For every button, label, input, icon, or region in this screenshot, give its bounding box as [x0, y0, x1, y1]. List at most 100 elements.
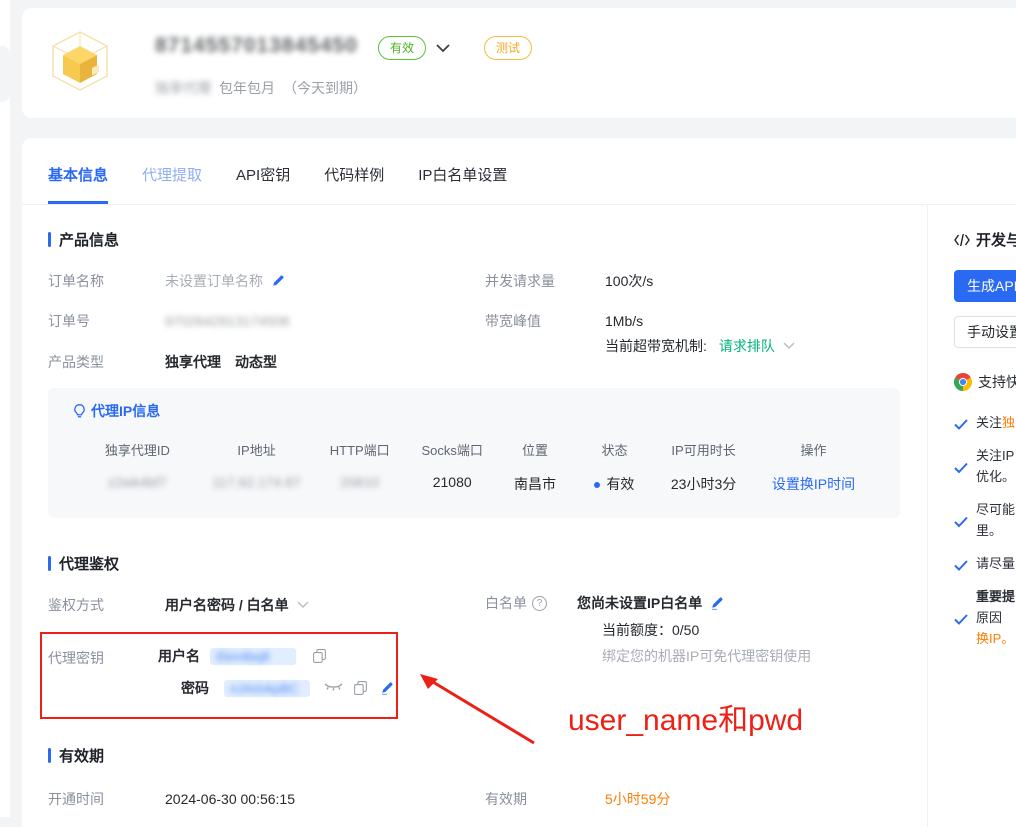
period-row: 有效期 5小时59分: [485, 789, 670, 809]
order-name-value: 未设置订单名称: [165, 271, 263, 291]
order-no-row: 订单号 9702642913174506: [48, 311, 290, 331]
tab-code-sample[interactable]: 代码样例: [324, 164, 384, 204]
product-type-value2: 动态型: [235, 352, 277, 372]
order-id-title: 8714557013845450: [155, 34, 358, 58]
left-edge-notch: [0, 46, 10, 102]
location-value: 南昌市: [496, 474, 573, 494]
annotation-text: user_name和pwd: [568, 695, 803, 739]
order-detail-card: 基本信息 代理提取 API密钥 代码样例 IP白名单设置 产品信息 订单名称 未…: [22, 138, 1016, 827]
generate-api-button[interactable]: 生成API: [954, 270, 1016, 302]
whitelist-quota-row: 当前额度： 0/50: [602, 620, 699, 640]
tip-item: 尽可能里。: [954, 499, 1016, 541]
over-bandwidth-chevron-icon[interactable]: [783, 342, 795, 350]
col-location: 位置: [496, 440, 573, 459]
open-time-value: 2024-06-30 00:56:15: [165, 791, 295, 807]
ip-address-masked: 117.62.174.67: [202, 474, 311, 494]
section-title: 有效期: [59, 745, 104, 766]
tab-proxy-extract[interactable]: 代理提取: [142, 164, 202, 204]
tip-link[interactable]: 独: [1002, 415, 1015, 430]
col-http-port: HTTP端口: [311, 440, 408, 459]
code-icon: [954, 234, 970, 246]
auth-method-chevron-icon[interactable]: [297, 601, 309, 609]
edit-whitelist-icon[interactable]: [710, 596, 724, 610]
over-bandwidth-row: 当前超带宽机制: 请求排队: [605, 336, 795, 356]
whitelist-row: 白名单 ? 您尚未设置IP白名单: [485, 593, 724, 613]
http-port-masked: 20810: [311, 474, 408, 494]
order-name-label: 订单名称: [48, 271, 165, 291]
section-title: 代理鉴权: [59, 553, 119, 574]
section-validity: 有效期: [48, 745, 104, 766]
plan-name-masked: 独享代理: [155, 78, 211, 98]
section-title: 产品信息: [59, 229, 119, 250]
browser-support-text: 支持快: [978, 372, 1016, 392]
order-id-masked-text: 8714557013845450: [155, 34, 358, 57]
section-proxy-auth: 代理鉴权: [48, 553, 119, 574]
period-value: 5小时59分: [605, 789, 670, 809]
bandwidth-value: 1Mb/s: [605, 313, 643, 329]
whitelist-hint-row: 绑定您的机器IP可免代理密钥使用: [602, 646, 811, 666]
order-no-label: 订单号: [48, 311, 165, 331]
period-label: 有效期: [485, 789, 605, 809]
concurrency-row: 并发请求量 100次/s: [485, 271, 653, 291]
manual-setting-button[interactable]: 手动设置: [954, 316, 1016, 348]
over-bandwidth-mode-link[interactable]: 请求排队: [719, 336, 775, 356]
whitelist-help-icon[interactable]: ?: [532, 596, 547, 611]
plan-expire-label: （今天到期）: [283, 78, 367, 98]
whitelist-value: 您尚未设置IP白名单: [577, 593, 702, 613]
product-type-row: 产品类型 独享代理 动态型: [48, 352, 277, 372]
plan-cycle-label: 包年包月: [219, 78, 275, 98]
annotation-arrow: [416, 667, 546, 751]
sidebar-title-row: 开发与: [954, 229, 1016, 250]
set-ip-rotation-link[interactable]: 设置换IP时间: [752, 474, 875, 494]
status-dot-icon: [594, 482, 600, 488]
check-icon: [954, 416, 968, 433]
status-chevron-down-icon[interactable]: [436, 44, 450, 53]
section-bar: [48, 556, 51, 571]
main-content: 产品信息 订单名称 未设置订单名称 并发请求量 100次/s 订单号 97026…: [48, 205, 900, 825]
order-no-masked: 9702642913174506: [165, 313, 290, 329]
proxy-id-masked: z2wk4bf7: [73, 474, 202, 494]
tips-list: 关注独 关注IP优化。 尽可能里。 请尽量 重要提 原因 换IP。: [954, 412, 1016, 649]
test-badge: 测试: [484, 36, 532, 60]
duration-value: 23小时3分: [655, 474, 752, 494]
concurrency-value: 100次/s: [605, 271, 653, 291]
over-bandwidth-label: 当前超带宽机制:: [605, 336, 707, 356]
left-edge-panel: [0, 0, 10, 817]
annotation-red-box: [40, 632, 398, 719]
proxy-ip-panel-title: 代理IP信息: [73, 401, 160, 421]
quota-value: 0/50: [672, 622, 699, 638]
tab-bar: 基本信息 代理提取 API密钥 代码样例 IP白名单设置: [22, 138, 1016, 205]
browser-support-row: 支持快: [954, 372, 1016, 392]
col-duration: IP可用时长: [655, 440, 752, 459]
col-socks-port: Socks端口: [408, 440, 496, 459]
tip-change-ip-link[interactable]: 换IP。: [976, 628, 1015, 649]
auth-method-value[interactable]: 用户名密码 / 白名单: [165, 595, 289, 615]
edit-order-name-icon[interactable]: [271, 274, 285, 288]
proxy-ip-panel-title-text: 代理IP信息: [91, 401, 160, 421]
tip-item: 关注IP优化。: [954, 445, 1016, 487]
concurrency-label: 并发请求量: [485, 271, 605, 291]
section-bar: [48, 748, 51, 763]
chrome-icon: [954, 373, 972, 391]
proxy-ip-table-header: 独享代理ID IP地址 HTTP端口 Socks端口 位置 状态 IP可用时长 …: [73, 440, 875, 459]
col-proxy-id: 独享代理ID: [73, 440, 202, 459]
status-cell: 有效: [574, 474, 655, 494]
order-name-row: 订单名称 未设置订单名称: [48, 271, 285, 291]
whitelist-hint: 绑定您的机器IP可免代理密钥使用: [602, 646, 811, 666]
check-icon: [954, 557, 968, 574]
quota-label: 当前额度：: [602, 620, 672, 640]
tab-ip-whitelist[interactable]: IP白名单设置: [418, 164, 507, 204]
tip-item: 重要提 原因 换IP。: [954, 586, 1016, 649]
whitelist-label: 白名单: [485, 593, 527, 613]
order-header-card: 8714557013845450 有效 测试 独享代理 包年包月 （今天到期）: [22, 8, 1016, 118]
tab-basic-info[interactable]: 基本信息: [48, 164, 108, 204]
section-bar: [48, 232, 51, 247]
col-action: 操作: [752, 440, 875, 459]
product-type-value1: 独享代理: [165, 352, 221, 372]
tab-api-key[interactable]: API密钥: [236, 164, 290, 204]
bandwidth-label: 带宽峰值: [485, 311, 605, 331]
proxy-ip-table-row: z2wk4bf7 117.62.174.67 20810 21080 南昌市 有…: [73, 474, 875, 494]
bulb-icon: [73, 403, 86, 419]
open-time-row: 开通时间 2024-06-30 00:56:15: [48, 789, 295, 809]
product-cube-icon: [48, 30, 112, 96]
